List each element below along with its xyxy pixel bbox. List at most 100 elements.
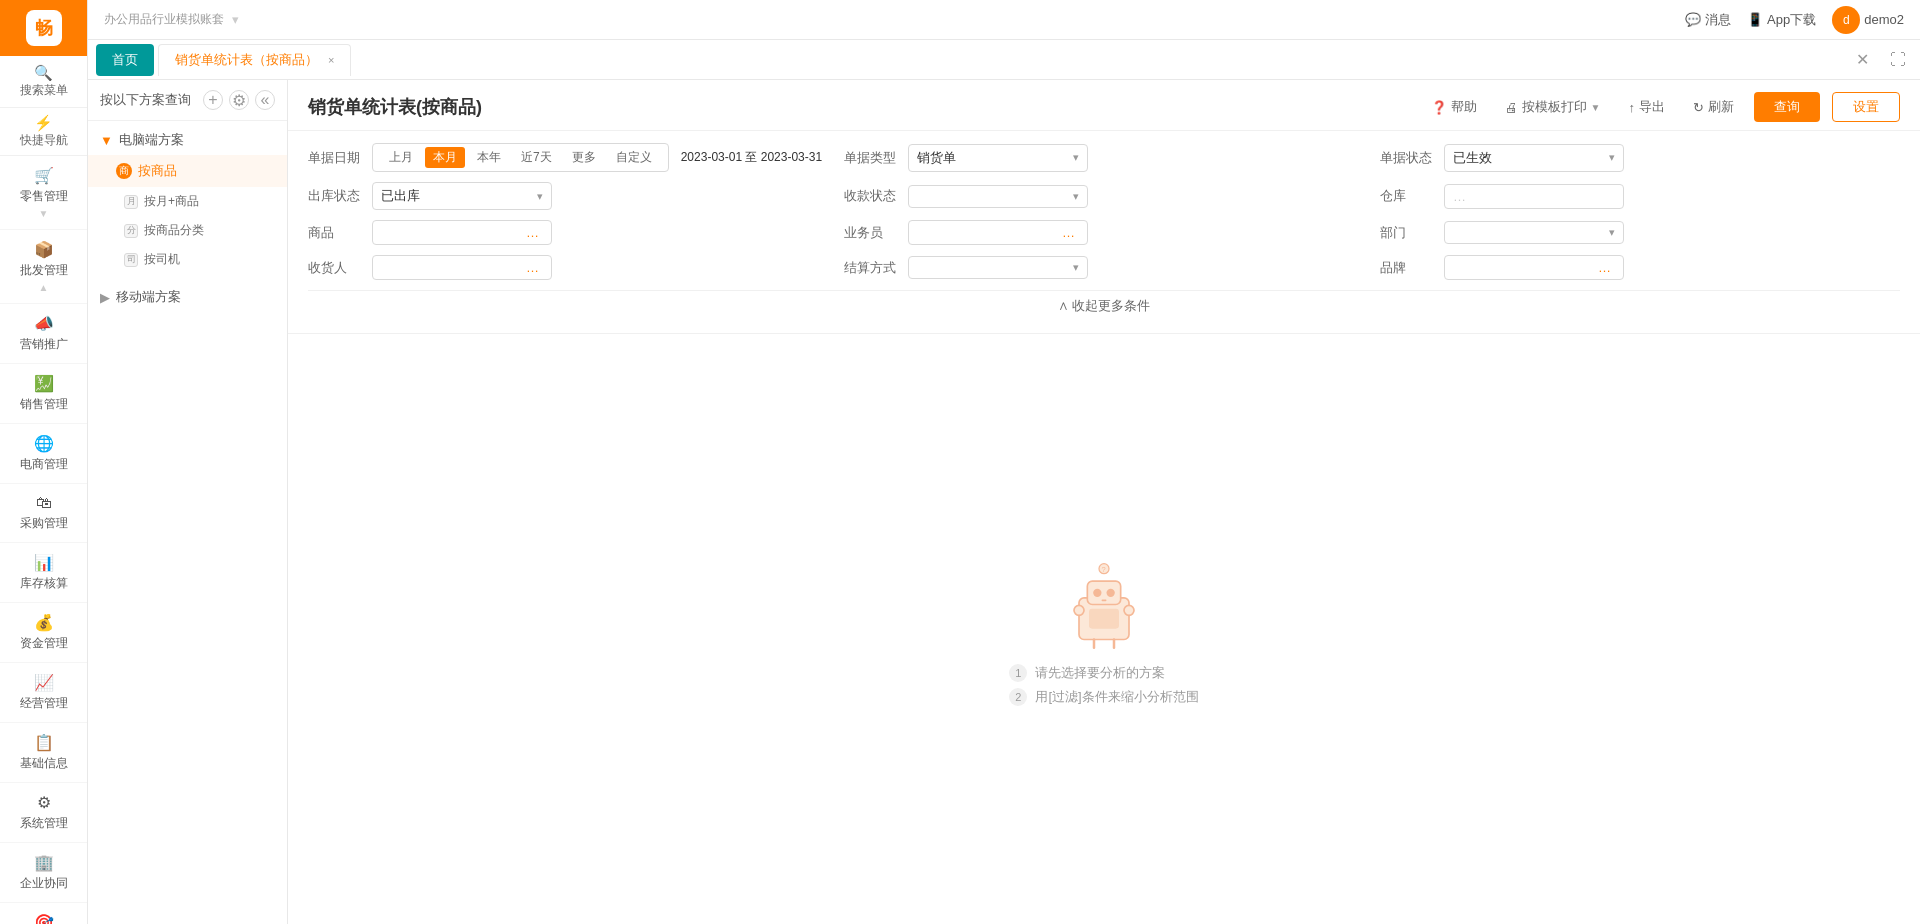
- query-button[interactable]: 查询: [1754, 92, 1820, 122]
- breadcrumb-chevron: ▾: [232, 12, 239, 27]
- date-btn-this-year[interactable]: 本年: [469, 147, 509, 168]
- date-btn-more[interactable]: 更多: [564, 147, 604, 168]
- scheme-add-button[interactable]: +: [203, 90, 223, 110]
- chevron-icon-3: ▾: [537, 190, 543, 203]
- sidebar-item-wholesale[interactable]: 📦 批发管理 ▲: [0, 230, 87, 304]
- sidebar-item-guide[interactable]: 🎯 新手引导: [0, 903, 87, 924]
- scheme-item-product-category[interactable]: 分 按商品分类: [88, 216, 287, 245]
- product-ellipsis[interactable]: …: [522, 225, 543, 240]
- scheme-collapse-button[interactable]: «: [255, 90, 275, 110]
- scheme-group-pc: ▼ 电脑端方案 商 按商品 月 按月+商品 分 按商品分类 司 按司机: [88, 121, 287, 278]
- filter-row-4: 收货人 … 结算方式 ▾ 品牌: [308, 255, 1900, 280]
- sidebar-item-enterprise[interactable]: 🏢 企业协同: [0, 843, 87, 903]
- filter-stockstatus-select[interactable]: 已出库 ▾: [372, 182, 552, 210]
- refresh-button[interactable]: ↻ 刷新: [1685, 94, 1742, 120]
- filter-warehouse-select[interactable]: …: [1444, 184, 1624, 209]
- filter-paymentmethod-select[interactable]: ▾: [908, 256, 1088, 279]
- scheme-sub-icon-3: 司: [124, 253, 138, 267]
- date-btn-7days[interactable]: 近7天: [513, 147, 560, 168]
- filter-product-select[interactable]: …: [372, 220, 552, 245]
- sidebar-item-operations[interactable]: 📈 经营管理: [0, 663, 87, 723]
- svg-point-2: [1093, 589, 1101, 597]
- filter-paymentstatus-col: 收款状态 ▾: [844, 185, 1364, 208]
- tab-fullscreen-button[interactable]: ⛶: [1884, 46, 1912, 74]
- brand-ellipsis[interactable]: …: [1594, 260, 1615, 275]
- scheme-item-by-sku[interactable]: 司 按司机: [88, 245, 287, 274]
- refresh-icon: ↻: [1693, 100, 1704, 115]
- filter-doctype-col: 单据类型 销货单 ▾: [844, 144, 1364, 172]
- sidebar-item-sales[interactable]: 💹 销售管理: [0, 364, 87, 424]
- filter-date-group[interactable]: 上月 本月 本年 近7天 更多 自定义: [372, 143, 669, 172]
- sidebar-item-system[interactable]: ⚙ 系统管理: [0, 783, 87, 843]
- settings-button[interactable]: 设置: [1832, 92, 1900, 122]
- tab-close-button[interactable]: ×: [328, 54, 334, 66]
- message-icon: 💬: [1685, 12, 1701, 27]
- user-menu[interactable]: d demo2: [1832, 6, 1904, 34]
- filter-brand-label: 品牌: [1380, 259, 1436, 277]
- collapse-filters-button[interactable]: ∧ 收起更多条件: [308, 290, 1900, 321]
- message-button[interactable]: 💬 消息: [1685, 11, 1731, 29]
- sidebar-item-quick-nav[interactable]: ⚡ 快捷导航: [0, 108, 87, 156]
- filter-salesperson-select[interactable]: …: [908, 220, 1088, 245]
- filter-docstatus-select[interactable]: 已生效 ▾: [1444, 144, 1624, 172]
- filter-warehouse-label: 仓库: [1380, 187, 1436, 205]
- empty-hint-1: 1 请先选择要分析的方案: [1009, 664, 1198, 682]
- scheme-group-mobile-header[interactable]: ▶ 移动端方案: [88, 282, 287, 312]
- sidebar-item-purchase[interactable]: 🛍 采购管理: [0, 484, 87, 543]
- scheme-sub-icon-2: 分: [124, 224, 138, 238]
- svg-point-3: [1107, 589, 1115, 597]
- export-icon: ↑: [1629, 100, 1636, 115]
- page-actions: ❓ 帮助 🖨 按模板打印 ▼ ↑ 导出 ↻ 刷新: [1423, 92, 1900, 122]
- sidebar-item-ecommerce[interactable]: 🌐 电商管理: [0, 424, 87, 484]
- filter-product-label: 商品: [308, 224, 364, 242]
- top-header: 办公用品行业模拟账套 ▾ 💬 消息 📱 App下载 d demo2: [88, 0, 1920, 40]
- filter-paymentstatus-select[interactable]: ▾: [908, 185, 1088, 208]
- export-button[interactable]: ↑ 导出: [1621, 94, 1674, 120]
- recipient-ellipsis[interactable]: …: [522, 260, 543, 275]
- scheme-group-pc-header[interactable]: ▼ 电脑端方案: [88, 125, 287, 155]
- content-area: 按以下方案查询 + ⚙ « ▼ 电脑端方案 商 按商品 月 按月+: [88, 80, 1920, 924]
- sidebar-item-retail[interactable]: 🛒 零售管理 ▼: [0, 156, 87, 230]
- filter-row-1: 单据日期 上月 本月 本年 近7天 更多 自定义 2023-03-01 至 20…: [308, 143, 1900, 172]
- filter-brand-select[interactable]: …: [1444, 255, 1624, 280]
- scheme-header: 按以下方案查询 + ⚙ «: [88, 80, 287, 121]
- date-btn-custom[interactable]: 自定义: [608, 147, 660, 168]
- filter-doctype-select[interactable]: 销货单 ▾: [908, 144, 1088, 172]
- app-download-button[interactable]: 📱 App下载: [1747, 11, 1816, 29]
- tab-report[interactable]: 销货单统计表（按商品） ×: [158, 44, 351, 76]
- scheme-group-mobile-label: 移动端方案: [116, 288, 181, 306]
- sidebar-item-marketing[interactable]: 📣 营销推广: [0, 304, 87, 364]
- empty-state: ? 1 请先选择要分析的方案 2 用[过滤]条件来缩小分析范围: [288, 334, 1920, 924]
- filter-department-col: 部门 ▾: [1380, 221, 1900, 244]
- scheme-panel-title: 按以下方案查询: [100, 91, 191, 109]
- filter-brand-col: 品牌 …: [1380, 255, 1900, 280]
- sidebar-item-inventory[interactable]: 📊 库存核算: [0, 543, 87, 603]
- tab-close-all-button[interactable]: ✕: [1848, 46, 1876, 74]
- scheme-sub-icon: 月: [124, 195, 138, 209]
- filter-recipient-select[interactable]: …: [372, 255, 552, 280]
- header-left: 办公用品行业模拟账套 ▾: [104, 11, 239, 28]
- filter-date-range: 2023-03-01 至 2023-03-31: [677, 147, 826, 168]
- sidebar-item-basic[interactable]: 📋 基础信息: [0, 723, 87, 783]
- sidebar-item-search[interactable]: 🔍 搜索菜单: [0, 56, 87, 108]
- filter-department-select[interactable]: ▾: [1444, 221, 1624, 244]
- date-btn-last-month[interactable]: 上月: [381, 147, 421, 168]
- sidebar: 畅 🔍 搜索菜单 ⚡ 快捷导航 🛒 零售管理 ▼ 📦 批发管理 ▲ 📣 营销推广…: [0, 0, 88, 924]
- salesperson-ellipsis[interactable]: …: [1058, 225, 1079, 240]
- scheme-item-by-product[interactable]: 商 按商品: [88, 155, 287, 187]
- breadcrumb: 办公用品行业模拟账套: [104, 11, 224, 28]
- avatar: d: [1832, 6, 1860, 34]
- scheme-settings-button[interactable]: ⚙: [229, 90, 249, 110]
- template-print-button[interactable]: 🖨 按模板打印 ▼: [1497, 94, 1609, 120]
- tab-home[interactable]: 首页: [96, 44, 154, 76]
- scheme-item-month-product[interactable]: 月 按月+商品: [88, 187, 287, 216]
- filter-doctype-value: 销货单: [917, 149, 956, 167]
- sidebar-item-finance[interactable]: 💰 资金管理: [0, 603, 87, 663]
- date-btn-this-month[interactable]: 本月: [425, 147, 465, 168]
- filter-row-3: 商品 … 业务员 … 部门: [308, 220, 1900, 245]
- help-button[interactable]: ❓ 帮助: [1423, 94, 1485, 120]
- chevron-icon-4: ▾: [1073, 190, 1079, 203]
- collapse-label: ∧ 收起更多条件: [1058, 297, 1151, 315]
- filter-docstatus-col: 单据状态 已生效 ▾: [1380, 144, 1900, 172]
- scheme-header-actions: + ⚙ «: [203, 90, 275, 110]
